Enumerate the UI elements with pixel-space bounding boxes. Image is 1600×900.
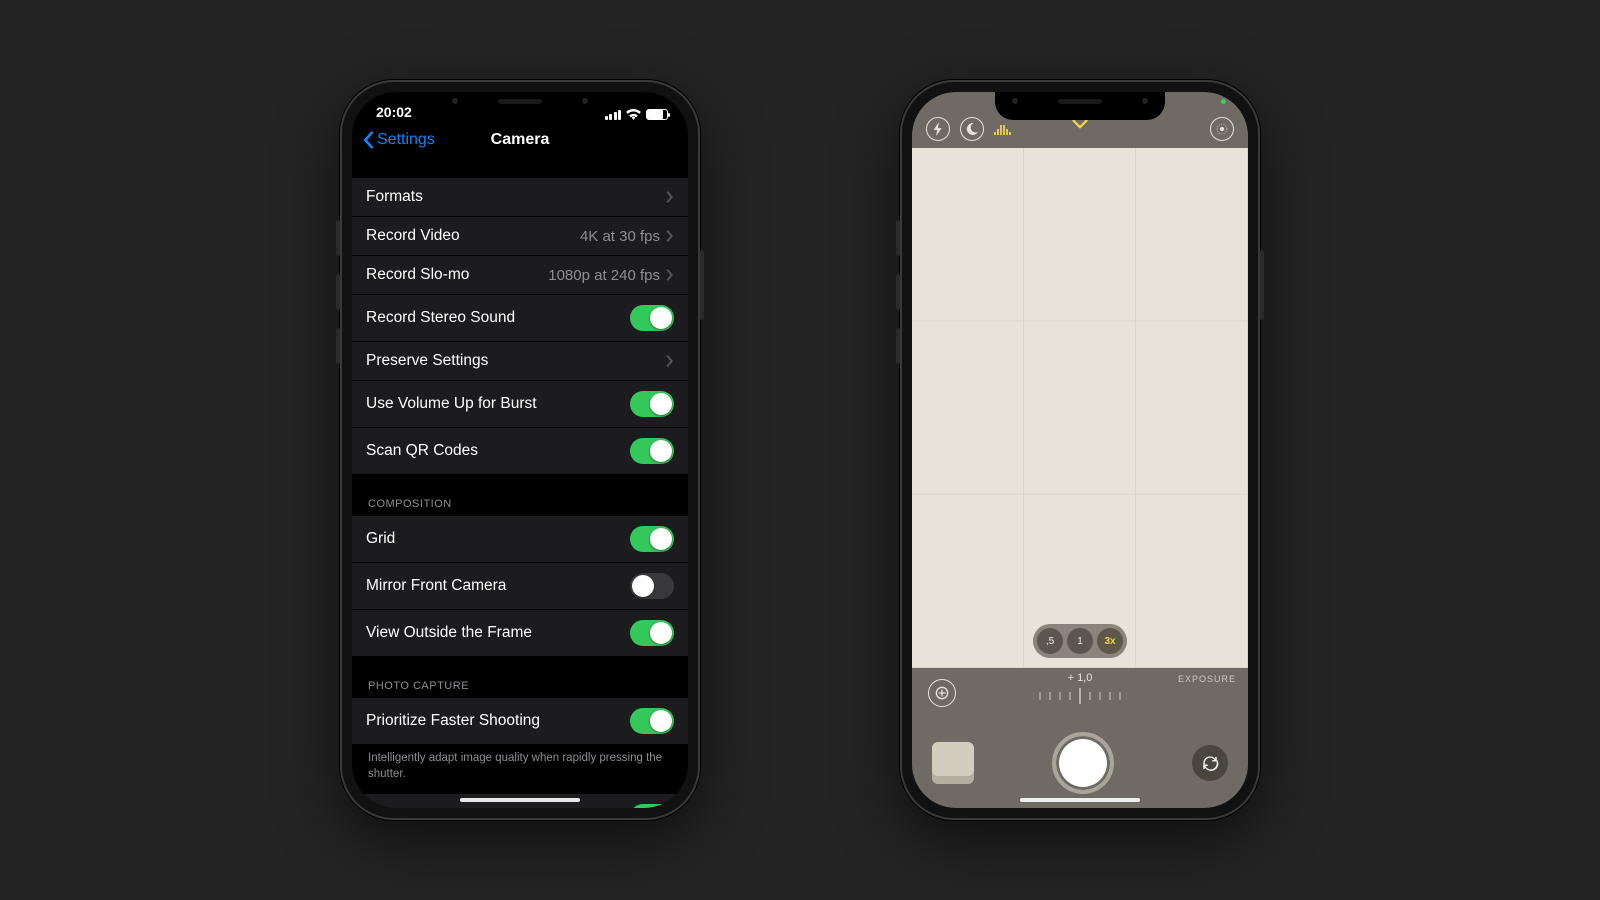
flash-icon[interactable] bbox=[926, 117, 950, 141]
row-label: Scan QR Codes bbox=[366, 442, 630, 460]
toggle-outside[interactable] bbox=[630, 620, 674, 646]
settings-screen: 20:02 Settings Camera Formats bbox=[352, 92, 688, 808]
toggle-fast[interactable] bbox=[630, 708, 674, 734]
settings-group-general: Formats Record Video 4K at 30 fps Record… bbox=[352, 178, 688, 474]
row-label: Formats bbox=[366, 188, 666, 206]
row-formats[interactable]: Formats bbox=[352, 178, 688, 217]
row-record-slomo[interactable]: Record Slo-mo 1080p at 240 fps bbox=[352, 256, 688, 295]
page-title: Camera bbox=[491, 131, 550, 149]
row-label: Prioritize Faster Shooting bbox=[366, 712, 630, 730]
chevron-right-icon bbox=[666, 269, 674, 281]
row-label: Mirror Front Camera bbox=[366, 577, 630, 595]
toggle-burst[interactable] bbox=[630, 391, 674, 417]
night-mode-icon[interactable] bbox=[960, 117, 984, 141]
last-photo-thumbnail[interactable] bbox=[932, 742, 974, 784]
row-label: Record Stereo Sound bbox=[366, 309, 630, 327]
live-photo-icon[interactable] bbox=[1210, 117, 1234, 141]
row-mirror-front[interactable]: Mirror Front Camera bbox=[352, 563, 688, 610]
phone-camera-mock: ,5 1 3x + 1,0 EXPOSURE bbox=[900, 80, 1260, 820]
chevron-right-icon bbox=[666, 230, 674, 242]
row-value: 1080p at 240 fps bbox=[548, 267, 660, 284]
row-volume-burst[interactable]: Use Volume Up for Burst bbox=[352, 381, 688, 428]
row-label: Grid bbox=[366, 530, 630, 548]
chevron-right-icon bbox=[666, 191, 674, 203]
zoom-ultrawide-button[interactable]: ,5 bbox=[1037, 628, 1063, 654]
toggle-hdr[interactable] bbox=[630, 804, 674, 808]
toggle-mirror[interactable] bbox=[630, 573, 674, 599]
camera-screen: ,5 1 3x + 1,0 EXPOSURE bbox=[912, 92, 1248, 808]
settings-group-composition: COMPOSITION Grid Mirror Front Camera Vie… bbox=[352, 492, 688, 656]
row-label: Use Volume Up for Burst bbox=[366, 395, 630, 413]
device-notch bbox=[435, 92, 605, 120]
zoom-wide-button[interactable]: 1 bbox=[1067, 628, 1093, 654]
cellular-icon bbox=[605, 110, 622, 120]
group-footer: Intelligently adapt image quality when r… bbox=[352, 745, 688, 784]
row-preserve-settings[interactable]: Preserve Settings bbox=[352, 342, 688, 381]
settings-list[interactable]: Formats Record Video 4K at 30 fps Record… bbox=[352, 160, 688, 808]
toggle-qr[interactable] bbox=[630, 438, 674, 464]
toggle-grid[interactable] bbox=[630, 526, 674, 552]
exposure-title: EXPOSURE bbox=[1178, 674, 1236, 684]
exposure-value: + 1,0 bbox=[1068, 672, 1093, 684]
camera-exposure-bar: + 1,0 EXPOSURE bbox=[912, 668, 1248, 718]
row-record-video[interactable]: Record Video 4K at 30 fps bbox=[352, 217, 688, 256]
group-header: COMPOSITION bbox=[352, 492, 688, 516]
nav-bar: Settings Camera bbox=[352, 120, 688, 160]
home-indicator[interactable] bbox=[460, 798, 580, 802]
back-button[interactable]: Settings bbox=[362, 120, 435, 160]
camera-viewfinder[interactable]: ,5 1 3x bbox=[912, 148, 1248, 668]
shutter-button[interactable] bbox=[1052, 732, 1114, 794]
row-value: 4K at 30 fps bbox=[580, 228, 660, 245]
exposure-scale[interactable] bbox=[1040, 692, 1121, 708]
status-time: 20:02 bbox=[376, 104, 412, 120]
battery-icon bbox=[646, 109, 668, 120]
device-notch bbox=[995, 92, 1165, 120]
row-label: Record Slo-mo bbox=[366, 266, 548, 284]
back-label: Settings bbox=[377, 131, 435, 149]
settings-group-photocapture: PHOTO CAPTURE Prioritize Faster Shooting… bbox=[352, 674, 688, 808]
row-label: View Outside the Frame bbox=[366, 624, 630, 642]
exposure-histogram-icon bbox=[994, 123, 1011, 135]
chevron-left-icon bbox=[362, 131, 374, 149]
home-indicator[interactable] bbox=[1020, 798, 1140, 802]
exposure-adjust-button[interactable] bbox=[928, 679, 956, 707]
zoom-selector[interactable]: ,5 1 3x bbox=[1033, 624, 1127, 658]
toggle-stereo[interactable] bbox=[630, 305, 674, 331]
row-label: Record Video bbox=[366, 227, 580, 245]
camera-bottom-bar bbox=[912, 718, 1248, 808]
row-stereo-sound[interactable]: Record Stereo Sound bbox=[352, 295, 688, 342]
row-grid[interactable]: Grid bbox=[352, 516, 688, 563]
chevron-right-icon bbox=[666, 355, 674, 367]
zoom-tele-button[interactable]: 3x bbox=[1097, 628, 1123, 654]
camera-flip-button[interactable] bbox=[1192, 745, 1228, 781]
group-header: PHOTO CAPTURE bbox=[352, 674, 688, 698]
row-label: Preserve Settings bbox=[366, 352, 666, 370]
row-outside-frame[interactable]: View Outside the Frame bbox=[352, 610, 688, 656]
row-scan-qr[interactable]: Scan QR Codes bbox=[352, 428, 688, 474]
phone-settings-mock: 20:02 Settings Camera Formats bbox=[340, 80, 700, 820]
row-faster-shooting[interactable]: Prioritize Faster Shooting bbox=[352, 698, 688, 745]
wifi-icon bbox=[626, 109, 641, 120]
camera-active-indicator-icon bbox=[1221, 99, 1226, 104]
